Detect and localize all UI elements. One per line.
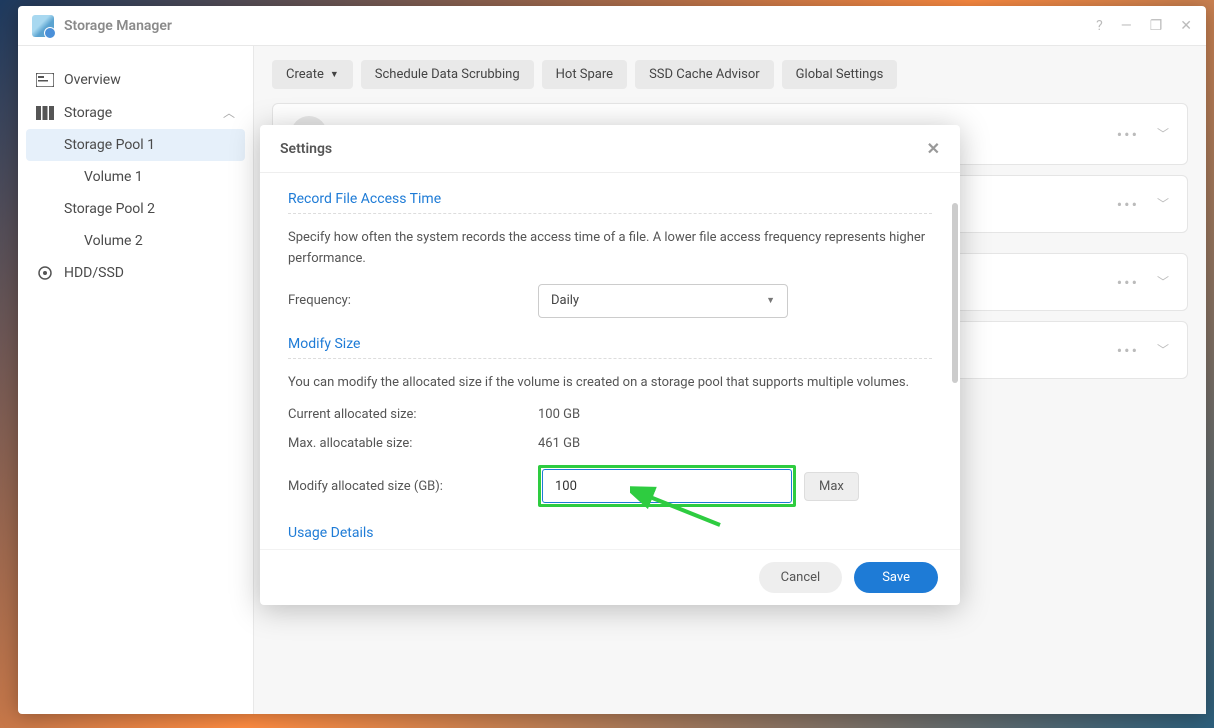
section-record-file-access-time: Record File Access Time [288,191,932,207]
create-button[interactable]: Create▼ [272,60,353,89]
more-actions-icon[interactable]: ••• [1117,125,1139,144]
nav-hddssd-label: HDD/SSD [64,265,124,281]
nav-pool2-label: Storage Pool 2 [64,201,155,217]
chevron-down-icon[interactable]: ﹀ [1157,341,1169,360]
frequency-select[interactable]: Daily ▼ [538,284,788,318]
section2-desc: You can modify the allocated size if the… [288,373,932,394]
caret-down-icon: ▼ [330,69,339,80]
minimize-icon[interactable]: — [1121,18,1132,34]
more-actions-icon[interactable]: ••• [1117,341,1139,360]
ssd-cache-advisor-button[interactable]: SSD Cache Advisor [635,60,774,89]
schedule-scrubbing-button[interactable]: Schedule Data Scrubbing [361,60,534,89]
caret-down-icon: ▼ [766,295,775,306]
hdd-icon [36,266,54,280]
toolbar: Create▼ Schedule Data Scrubbing Hot Spar… [272,60,1188,89]
section-usage-details: Usage Details [288,525,932,541]
more-actions-icon[interactable]: ••• [1117,195,1139,214]
frequency-value: Daily [551,293,579,308]
nav-volume2-label: Volume 2 [84,233,143,249]
modal-header: Settings ✕ [260,125,960,173]
hot-spare-button[interactable]: Hot Spare [542,60,627,89]
nav-storage-pool-2[interactable]: Storage Pool 2 [26,193,245,225]
current-allocated-label: Current allocated size: [288,407,538,422]
app-title: Storage Manager [64,18,1096,34]
close-window-icon[interactable]: ✕ [1180,18,1192,34]
maximize-icon[interactable]: ❐ [1150,18,1163,34]
storage-icon [36,106,54,120]
modify-size-input[interactable] [542,469,792,503]
chevron-up-icon: ︿ [223,104,235,121]
global-settings-button[interactable]: Global Settings [782,60,898,89]
max-button[interactable]: Max [804,472,859,501]
nav-pool1-label: Storage Pool 1 [64,137,155,153]
current-allocated-value: 100 GB [538,407,580,422]
more-actions-icon[interactable]: ••• [1117,273,1139,292]
overview-icon [36,73,54,87]
nav-overview-label: Overview [64,72,121,88]
divider [288,358,932,359]
nav-storage-label: Storage [64,105,112,121]
modal-body: Record File Access Time Specify how ofte… [260,173,960,549]
save-button[interactable]: Save [854,562,938,593]
nav-hdd-ssd[interactable]: HDD/SSD [26,257,245,289]
scrollbar-thumb[interactable] [952,203,958,383]
close-icon[interactable]: ✕ [927,139,940,158]
chevron-down-icon[interactable]: ﹀ [1157,195,1169,214]
cancel-button[interactable]: Cancel [759,562,843,593]
chevron-down-icon[interactable]: ﹀ [1157,125,1169,144]
help-icon[interactable]: ? [1096,18,1103,34]
max-allocatable-label: Max. allocatable size: [288,436,538,451]
modal-title: Settings [280,141,927,157]
max-allocatable-value: 461 GB [538,436,580,451]
section1-desc: Specify how often the system records the… [288,228,932,270]
divider [288,213,932,214]
section-modify-size: Modify Size [288,336,932,352]
nav-overview[interactable]: Overview [26,64,245,96]
highlight-annotation [538,465,796,507]
titlebar: Storage Manager ? — ❐ ✕ [18,6,1206,46]
settings-modal: Settings ✕ Record File Access Time Speci… [260,125,960,605]
sidebar: Overview Storage ︿ Storage Pool 1 Volume… [18,46,254,714]
nav-volume-1[interactable]: Volume 1 [26,161,245,193]
frequency-label: Frequency: [288,293,538,308]
nav-volume-2[interactable]: Volume 2 [26,225,245,257]
app-icon [32,15,54,37]
nav-volume1-label: Volume 1 [84,169,143,185]
modal-footer: Cancel Save [260,549,960,605]
chevron-down-icon[interactable]: ﹀ [1157,273,1169,292]
nav-storage[interactable]: Storage ︿ [26,96,245,129]
nav-storage-pool-1[interactable]: Storage Pool 1 [26,129,245,161]
modify-allocated-label: Modify allocated size (GB): [288,479,538,494]
